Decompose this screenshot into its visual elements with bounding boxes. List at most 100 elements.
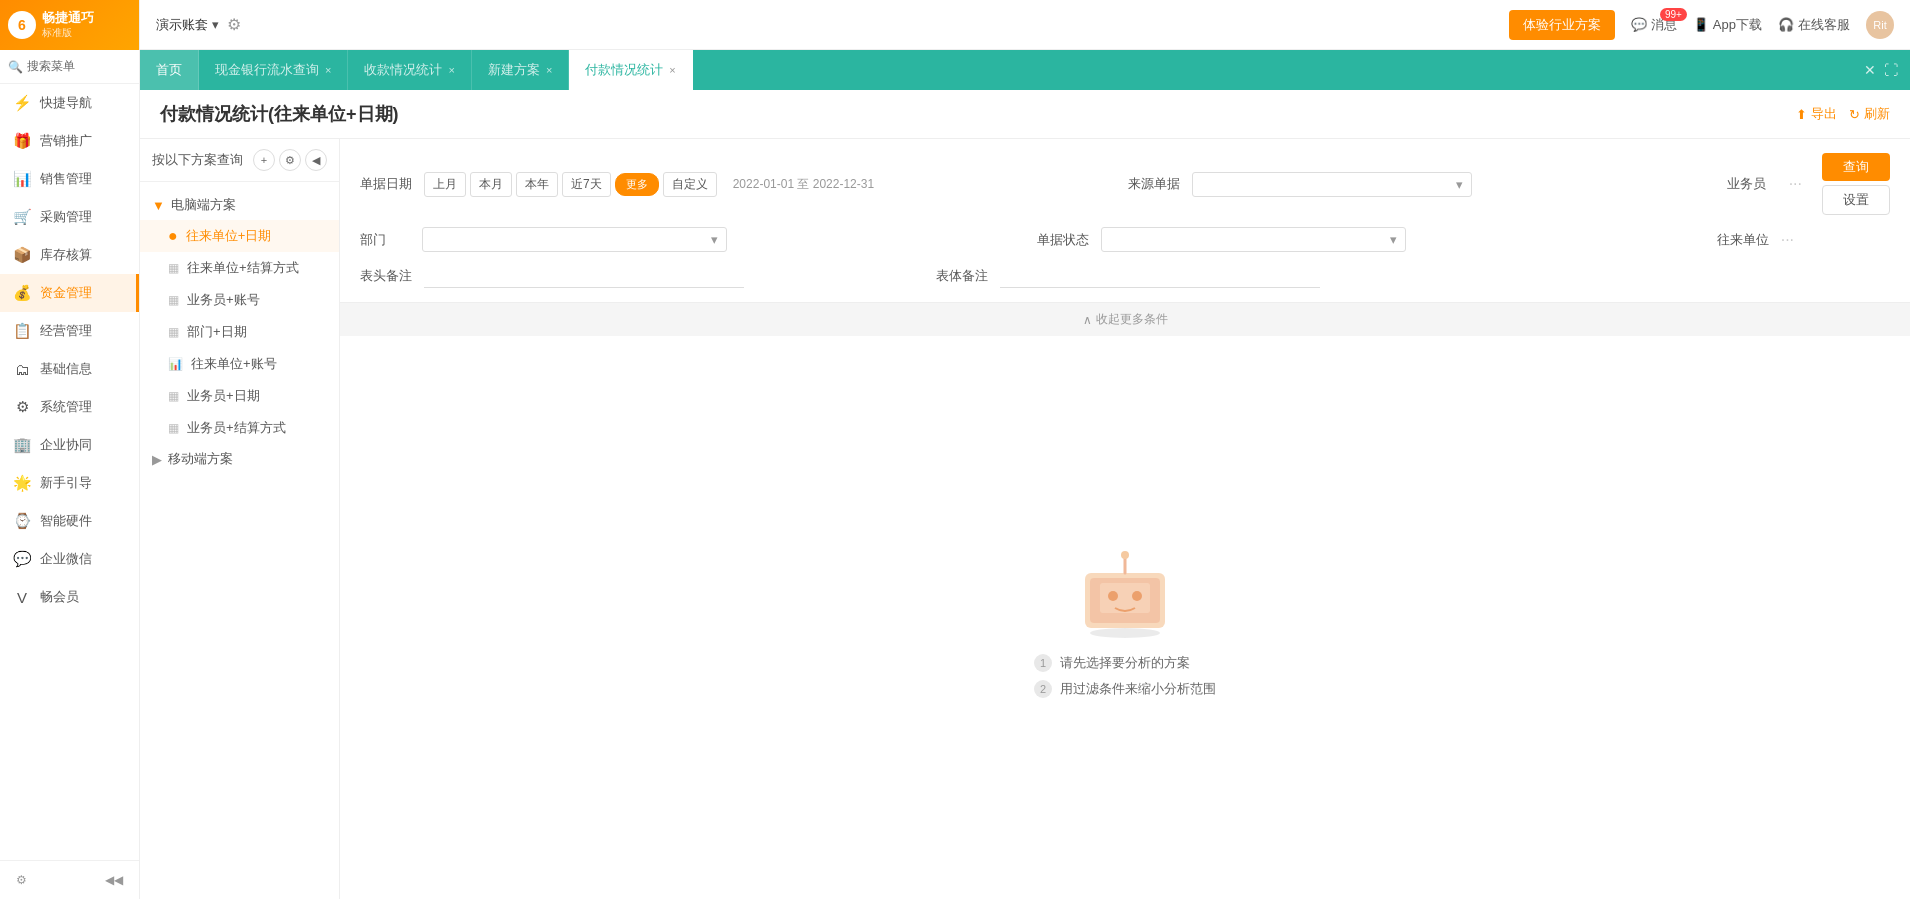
sidebar-item-purchase[interactable]: 🛒 采购管理 — [0, 198, 139, 236]
empty-tip-1: 1 请先选择要分析的方案 — [1034, 654, 1216, 672]
query-btn[interactable]: 查询 — [1822, 153, 1890, 181]
sidebar-item-quick-nav[interactable]: ⚡ 快捷导航 — [0, 84, 139, 122]
doc-status-select[interactable]: ▾ — [1101, 227, 1406, 252]
user-avatar[interactable]: Rit — [1866, 11, 1894, 39]
search-label: 搜索菜单 — [27, 58, 75, 75]
scheme-item-staff-date[interactable]: ▦ 业务员+日期 — [140, 380, 339, 412]
company-selector[interactable]: 演示账套 ▾ — [156, 16, 219, 34]
sidebar-item-wechat[interactable]: 💬 企业微信 — [0, 540, 139, 578]
scheme-category-desktop-header[interactable]: ▼ 电脑端方案 — [140, 190, 339, 220]
scheme-item-staff-settle[interactable]: ▦ 业务员+结算方式 — [140, 412, 339, 444]
scheme-item-staff-account[interactable]: ▦ 业务员+账号 — [140, 284, 339, 316]
company-dropdown-icon: ▾ — [212, 17, 219, 32]
scheme-table-icon-2: ▦ — [168, 293, 179, 307]
tab-new-scheme-label: 新建方案 — [488, 61, 540, 79]
sidebar-item-finance[interactable]: 💰 资金管理 — [0, 274, 139, 312]
tab-bank-flow-close[interactable]: × — [325, 64, 331, 76]
collapse-bar[interactable]: ∧ 收起更多条件 — [340, 303, 1910, 336]
date-btn-custom[interactable]: 自定义 — [663, 172, 717, 197]
date-btn-this-month[interactable]: 本月 — [470, 172, 512, 197]
header-note-input[interactable] — [424, 264, 744, 288]
scheme-dept-date-label: 部门+日期 — [187, 323, 247, 341]
staff-ellipsis[interactable]: ··· — [1789, 175, 1802, 193]
phone-icon: 📱 — [1693, 17, 1709, 32]
scheme-table-icon-4: ▦ — [168, 389, 179, 403]
online-service-btn[interactable]: 🎧 在线客服 — [1778, 16, 1850, 34]
tab-home[interactable]: 首页 — [140, 50, 199, 90]
sidebar-item-hardware[interactable]: ⌚ 智能硬件 — [0, 502, 139, 540]
header-note-label: 表头备注 — [360, 267, 412, 285]
search-icon: 🔍 — [8, 60, 23, 74]
sidebar-item-basic[interactable]: 🗂 基础信息 — [0, 350, 139, 388]
company-name: 演示账套 — [156, 16, 208, 34]
wechat-label: 企业微信 — [40, 550, 92, 568]
date-btn-last-7[interactable]: 近7天 — [562, 172, 611, 197]
app-download-btn[interactable]: 📱 App下载 — [1693, 16, 1762, 34]
tabbar: 首页 现金银行流水查询 × 收款情况统计 × 新建方案 × 付款情况统计 × ✕… — [140, 50, 1910, 90]
sidebar-item-marketing[interactable]: 🎁 营销推广 — [0, 122, 139, 160]
scheme-add-btn[interactable]: + — [253, 149, 275, 171]
scheme-settings-btn[interactable]: ⚙ — [279, 149, 301, 171]
svg-rect-3 — [1100, 583, 1150, 613]
trial-btn[interactable]: 体验行业方案 — [1509, 10, 1615, 40]
svg-point-0 — [1090, 628, 1160, 638]
scheme-item-partner-settle[interactable]: ▦ 往来单位+结算方式 — [140, 252, 339, 284]
dept-arrow: ▾ — [711, 232, 718, 247]
sidebar-settings-btn[interactable]: ⚙ — [8, 869, 35, 891]
tab-close-all-icon[interactable]: ✕ — [1864, 62, 1876, 78]
sidebar-footer: ⚙ ◀◀ — [0, 860, 139, 899]
sidebar-item-system[interactable]: ⚙ 系统管理 — [0, 388, 139, 426]
inventory-icon: 📦 — [12, 246, 32, 264]
refresh-btn[interactable]: ↻ 刷新 — [1849, 105, 1890, 123]
scheme-item-dept-date[interactable]: ▦ 部门+日期 — [140, 316, 339, 348]
topbar-settings-icon[interactable]: ⚙ — [227, 15, 241, 34]
tab-home-label: 首页 — [156, 61, 182, 79]
search-menu[interactable]: 🔍 搜索菜单 — [0, 50, 139, 84]
date-btn-this-year[interactable]: 本年 — [516, 172, 558, 197]
date-btn-prev-month[interactable]: 上月 — [424, 172, 466, 197]
scheme-category-desktop: ▼ 电脑端方案 ● 往来单位+日期 ▦ 往来单位+结算方式 ▦ — [140, 190, 339, 444]
tab-payment-stats-close[interactable]: × — [669, 64, 675, 76]
sidebar: 6 畅捷通巧 标准版 🔍 搜索菜单 ⚡ 快捷导航 🎁 营销推广 📊 销售管理 🛒… — [0, 0, 140, 899]
topbar: 演示账套 ▾ ⚙ 体验行业方案 💬 消息 99+ 📱 App下载 🎧 在线客服 … — [140, 0, 1910, 50]
tab-new-scheme[interactable]: 新建方案 × — [472, 50, 569, 90]
tab-expand-icon[interactable]: ⛶ — [1884, 62, 1898, 78]
partner-filter-label: 往来单位 — [1717, 231, 1769, 249]
tab-new-scheme-close[interactable]: × — [546, 64, 552, 76]
tab-receipt-stats-close[interactable]: × — [448, 64, 454, 76]
source-doc-select[interactable]: ▾ — [1192, 172, 1472, 197]
sidebar-item-sales[interactable]: 📊 销售管理 — [0, 160, 139, 198]
staff-filter-label: 业务员 — [1727, 175, 1777, 193]
tab-bank-flow[interactable]: 现金银行流水查询 × — [199, 50, 348, 90]
date-range-display: 2022-01-01 至 2022-12-31 — [733, 176, 874, 193]
scheme-category-mobile-header[interactable]: ▶ 移动端方案 — [140, 444, 339, 474]
purchase-icon: 🛒 — [12, 208, 32, 226]
tab-receipt-stats[interactable]: 收款情况统计 × — [348, 50, 471, 90]
message-btn[interactable]: 💬 消息 99+ — [1631, 16, 1677, 34]
scheme-item-partner-date[interactable]: ● 往来单位+日期 — [140, 220, 339, 252]
partner-ellipsis[interactable]: ··· — [1781, 231, 1794, 249]
sidebar-item-inventory[interactable]: 📦 库存核算 — [0, 236, 139, 274]
scheme-item-partner-account[interactable]: 📊 往来单位+账号 — [140, 348, 339, 380]
topbar-left: 演示账套 ▾ ⚙ — [156, 15, 1497, 34]
settings-btn[interactable]: 设置 — [1822, 185, 1890, 215]
scheme-active-icon: ● — [168, 227, 178, 245]
online-service-label: 在线客服 — [1798, 16, 1850, 34]
scheme-collapse-btn[interactable]: ◀ — [305, 149, 327, 171]
scheme-collapse-icon: ◀ — [312, 154, 320, 167]
export-btn[interactable]: ⬆ 导出 — [1796, 105, 1837, 123]
date-btn-more[interactable]: 更多 — [615, 173, 659, 196]
body-note-input[interactable] — [1000, 264, 1320, 288]
sidebar-collapse-btn[interactable]: ◀◀ — [97, 869, 131, 891]
tab-payment-stats[interactable]: 付款情况统计 × — [569, 50, 692, 90]
operations-icon: 📋 — [12, 322, 32, 340]
member-label: 畅会员 — [40, 588, 79, 606]
empty-illustration — [1065, 538, 1185, 638]
source-doc-arrow: ▾ — [1456, 177, 1463, 192]
sidebar-item-enterprise[interactable]: 🏢 企业协同 — [0, 426, 139, 464]
sidebar-item-operations[interactable]: 📋 经营管理 — [0, 312, 139, 350]
sidebar-item-guide[interactable]: 🌟 新手引导 — [0, 464, 139, 502]
sidebar-item-member[interactable]: V 畅会员 — [0, 578, 139, 616]
dept-select[interactable]: ▾ — [422, 227, 727, 252]
system-label: 系统管理 — [40, 398, 92, 416]
